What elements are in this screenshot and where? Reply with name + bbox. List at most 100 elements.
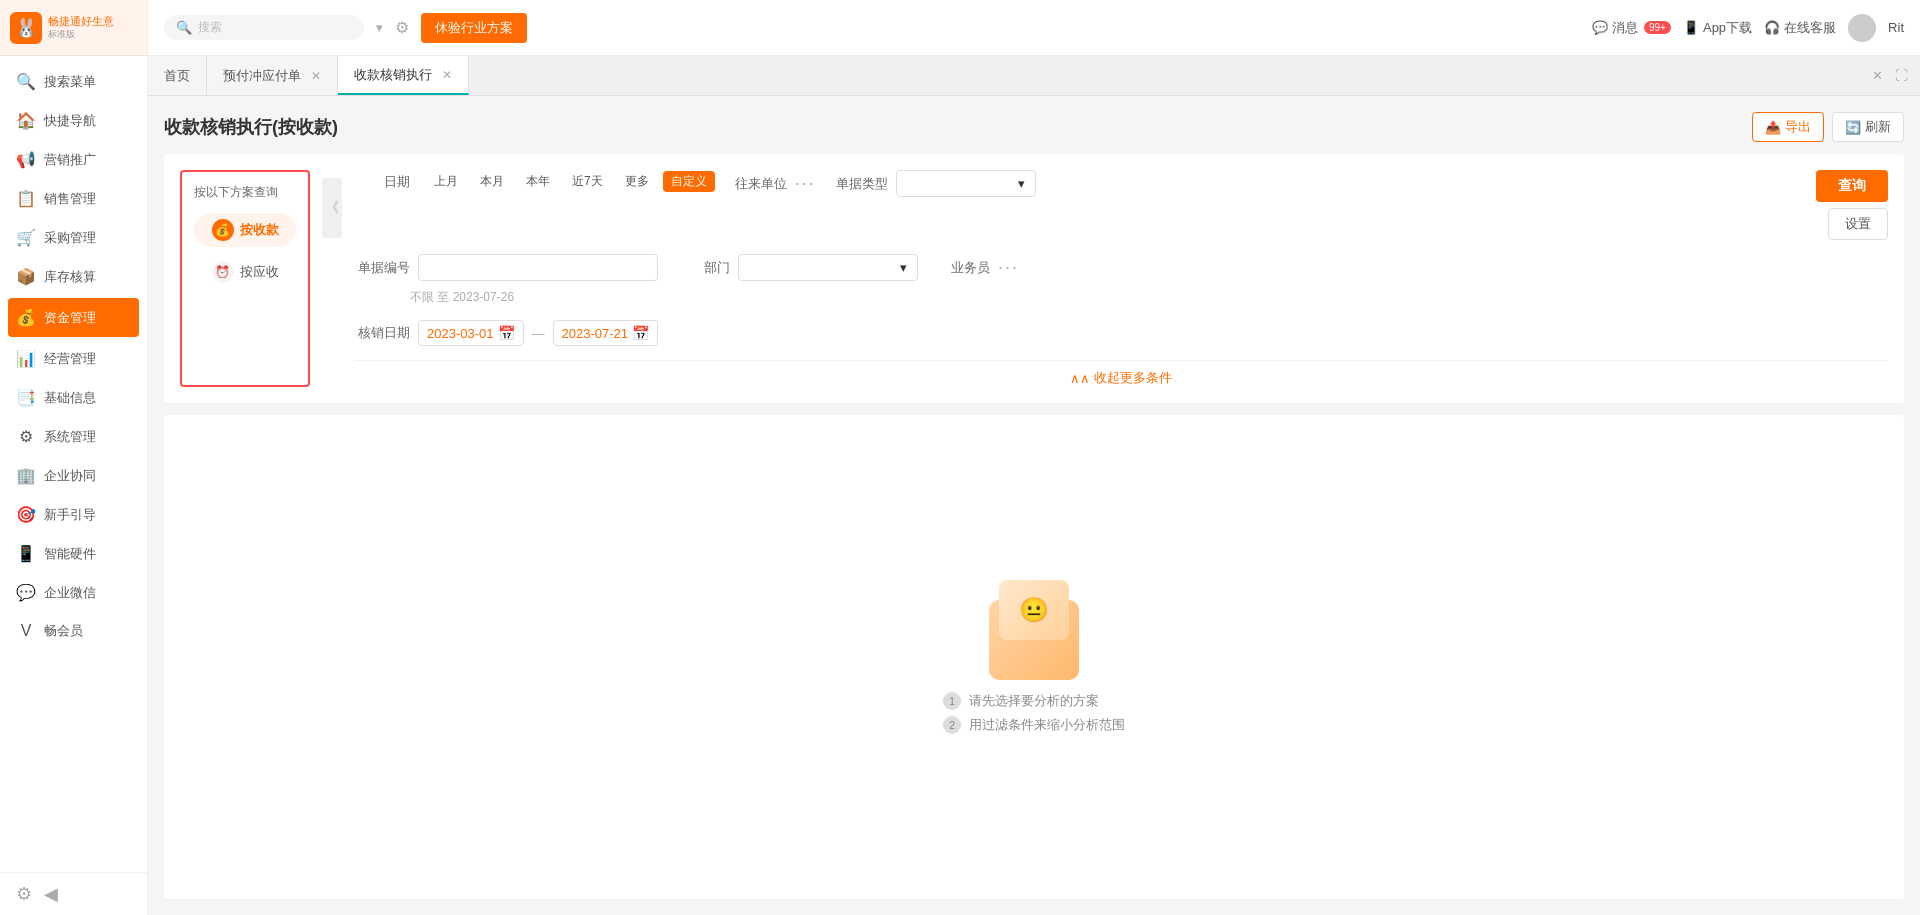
- message-button[interactable]: 💬 消息 99+: [1592, 19, 1671, 37]
- verify-date-end-input[interactable]: 2023-07-21 📅: [553, 320, 659, 346]
- export-button[interactable]: 📤 导出: [1752, 112, 1824, 142]
- date-custom[interactable]: 自定义: [663, 171, 715, 192]
- payment-option-icon: 💰: [212, 219, 234, 241]
- sidebar-item-basic-info[interactable]: 📑 基础信息: [0, 378, 147, 417]
- verify-date-filter: 核销日期 2023-03-01 📅 — 2023-07-21 📅: [354, 320, 1888, 346]
- sidebar-item-marketing[interactable]: 📢 营销推广: [0, 140, 147, 179]
- guide-icon: 🎯: [16, 505, 36, 524]
- sidebar-item-sales[interactable]: 📋 销售管理: [0, 179, 147, 218]
- collapse-filter-button[interactable]: 《: [322, 178, 342, 238]
- topbar-gear-icon[interactable]: ⚙: [395, 18, 409, 37]
- empty-face: 😐: [999, 580, 1069, 640]
- dept-filter: 部门 ▾: [674, 254, 918, 281]
- sidebar-item-guide[interactable]: 🎯 新手引导: [0, 495, 147, 534]
- empty-hint-1: 1 请先选择要分析的方案: [943, 692, 1125, 710]
- collapse-more-button[interactable]: ∧∧ 收起更多条件: [354, 360, 1888, 387]
- query-button[interactable]: 查询: [1816, 170, 1888, 202]
- counterparty-label: 往来单位: [731, 175, 787, 193]
- verify-date-start-value: 2023-03-01: [427, 326, 494, 341]
- inventory-icon: 📦: [16, 267, 36, 286]
- filter-panel: 按以下方案查询 💰 按收款 ⏰ 按应收 《 日期: [164, 154, 1904, 403]
- main-area: 🔍 搜索 ▾ ⚙ 休验行业方案 💬 消息 99+ 📱 App下载 🎧 在线客服 …: [148, 0, 1920, 915]
- verification-tab-close[interactable]: ✕: [442, 68, 452, 82]
- close-tab-icon[interactable]: ✕: [1872, 68, 1883, 83]
- bill-type-label: 单据类型: [832, 175, 888, 193]
- online-service-button[interactable]: 🎧 在线客服: [1764, 19, 1836, 37]
- industry-solution-button[interactable]: 休验行业方案: [421, 13, 527, 43]
- empty-hint-text: 1 请先选择要分析的方案 2 用过滤条件来缩小分析范围: [943, 692, 1125, 734]
- empty-illustration: 😐: [979, 580, 1089, 680]
- sidebar-item-hardware[interactable]: 📱 智能硬件: [0, 534, 147, 573]
- sidebar-item-finance[interactable]: 💰 资金管理: [8, 298, 139, 337]
- logo-text: 畅捷通好生意: [48, 14, 114, 28]
- sidebar-item-member[interactable]: V 畅会员: [0, 612, 147, 650]
- page-header-actions: 📤 导出 🔄 刷新: [1752, 112, 1904, 142]
- date-quick-options: 上月 本月 本年 近7天 更多 自定义: [426, 170, 715, 193]
- page-content: 收款核销执行(按收款) 📤 导出 🔄 刷新 按以下方案查询 💰 按收款: [148, 96, 1920, 915]
- tab-prepay[interactable]: 预付冲应付单 ✕: [207, 56, 338, 95]
- date-this-month[interactable]: 本月: [472, 170, 512, 193]
- sidebar-nav: 🔍 搜索菜单 🏠 快捷导航 📢 营销推广 📋 销售管理 🛒 采购管理 📦 库存核…: [0, 56, 147, 872]
- collab-icon: 🏢: [16, 466, 36, 485]
- counterparty-input[interactable]: ···: [795, 173, 816, 194]
- refresh-button[interactable]: 🔄 刷新: [1832, 112, 1904, 142]
- service-icon: 🎧: [1764, 20, 1780, 35]
- query-action-area: 查询 设置: [1816, 170, 1888, 240]
- hardware-icon: 📱: [16, 544, 36, 563]
- filter-option-by-payment[interactable]: 💰 按收款: [194, 213, 296, 247]
- topbar-search-box[interactable]: 🔍 搜索: [164, 15, 364, 40]
- tab-home[interactable]: 首页: [148, 56, 207, 95]
- bill-type-chevron: ▾: [1018, 176, 1025, 191]
- app-download-button[interactable]: 📱 App下载: [1683, 19, 1752, 37]
- sidebar-item-purchase[interactable]: 🛒 采购管理: [0, 218, 147, 257]
- filter-sidebar: 按以下方案查询 💰 按收款 ⏰ 按应收: [180, 170, 310, 387]
- date-7days[interactable]: 近7天: [564, 170, 611, 193]
- salesman-label: 业务员: [934, 259, 990, 277]
- salesman-input[interactable]: ···: [998, 257, 1019, 278]
- search-menu-icon: 🔍: [16, 72, 36, 91]
- sidebar-item-system[interactable]: ⚙ 系统管理: [0, 417, 147, 456]
- bill-no-input[interactable]: [418, 254, 658, 281]
- verify-date-start-input[interactable]: 2023-03-01 📅: [418, 320, 524, 346]
- logo-area: 🐰 畅捷通好生意 标准版: [0, 0, 147, 56]
- prepay-tab-close[interactable]: ✕: [311, 69, 321, 83]
- filter-main: 日期 上月 本月 本年 近7天 更多 自定义 往来单位: [354, 170, 1888, 387]
- setting-button[interactable]: 设置: [1828, 208, 1888, 240]
- topbar-search-placeholder: 搜索: [198, 19, 222, 36]
- hint-number-1: 1: [943, 692, 961, 710]
- salesman-filter: 业务员 ···: [934, 257, 1019, 278]
- dept-chevron: ▾: [900, 260, 907, 275]
- collapse-sidebar-icon[interactable]: ◀: [44, 883, 58, 905]
- bill-type-select[interactable]: ▾: [896, 170, 1036, 197]
- date-range-dash: —: [532, 326, 545, 341]
- sales-icon: 📋: [16, 189, 36, 208]
- page-title: 收款核销执行(按收款): [164, 115, 338, 139]
- user-avatar[interactable]: [1848, 14, 1876, 42]
- sidebar-item-collab[interactable]: 🏢 企业协同: [0, 456, 147, 495]
- tab-verification[interactable]: 收款核销执行 ✕: [338, 56, 469, 95]
- sidebar-item-search[interactable]: 🔍 搜索菜单: [0, 62, 147, 101]
- filter-option-by-receivable[interactable]: ⏰ 按应收: [194, 255, 296, 289]
- sidebar-item-management[interactable]: 📊 经营管理: [0, 339, 147, 378]
- sidebar-item-wechat[interactable]: 💬 企业微信: [0, 573, 147, 612]
- sidebar: 🐰 畅捷通好生意 标准版 🔍 搜索菜单 🏠 快捷导航 📢 营销推广 📋 销售管理…: [0, 0, 148, 915]
- sidebar-item-quicknav[interactable]: 🏠 快捷导航: [0, 101, 147, 140]
- settings-icon[interactable]: ⚙: [16, 883, 32, 905]
- logo-icon: 🐰: [10, 12, 42, 44]
- sidebar-item-inventory[interactable]: 📦 库存核算: [0, 257, 147, 296]
- tabbar: 首页 预付冲应付单 ✕ 收款核销执行 ✕ ✕ ⛶: [148, 56, 1920, 96]
- purchase-icon: 🛒: [16, 228, 36, 247]
- home-tab-label: 首页: [164, 67, 190, 85]
- date-last-month[interactable]: 上月: [426, 170, 466, 193]
- dept-select[interactable]: ▾: [738, 254, 918, 281]
- system-icon: ⚙: [16, 427, 36, 446]
- date-more[interactable]: 更多: [617, 170, 657, 193]
- hint-number-2: 2: [943, 716, 961, 734]
- maximize-icon[interactable]: ⛶: [1895, 68, 1908, 83]
- dept-label: 部门: [674, 259, 730, 277]
- message-icon: 💬: [1592, 20, 1608, 35]
- receivable-option-icon: ⏰: [212, 261, 234, 283]
- calendar-end-icon: 📅: [632, 325, 649, 341]
- date-this-year[interactable]: 本年: [518, 170, 558, 193]
- topbar-dropdown-icon[interactable]: ▾: [376, 20, 383, 35]
